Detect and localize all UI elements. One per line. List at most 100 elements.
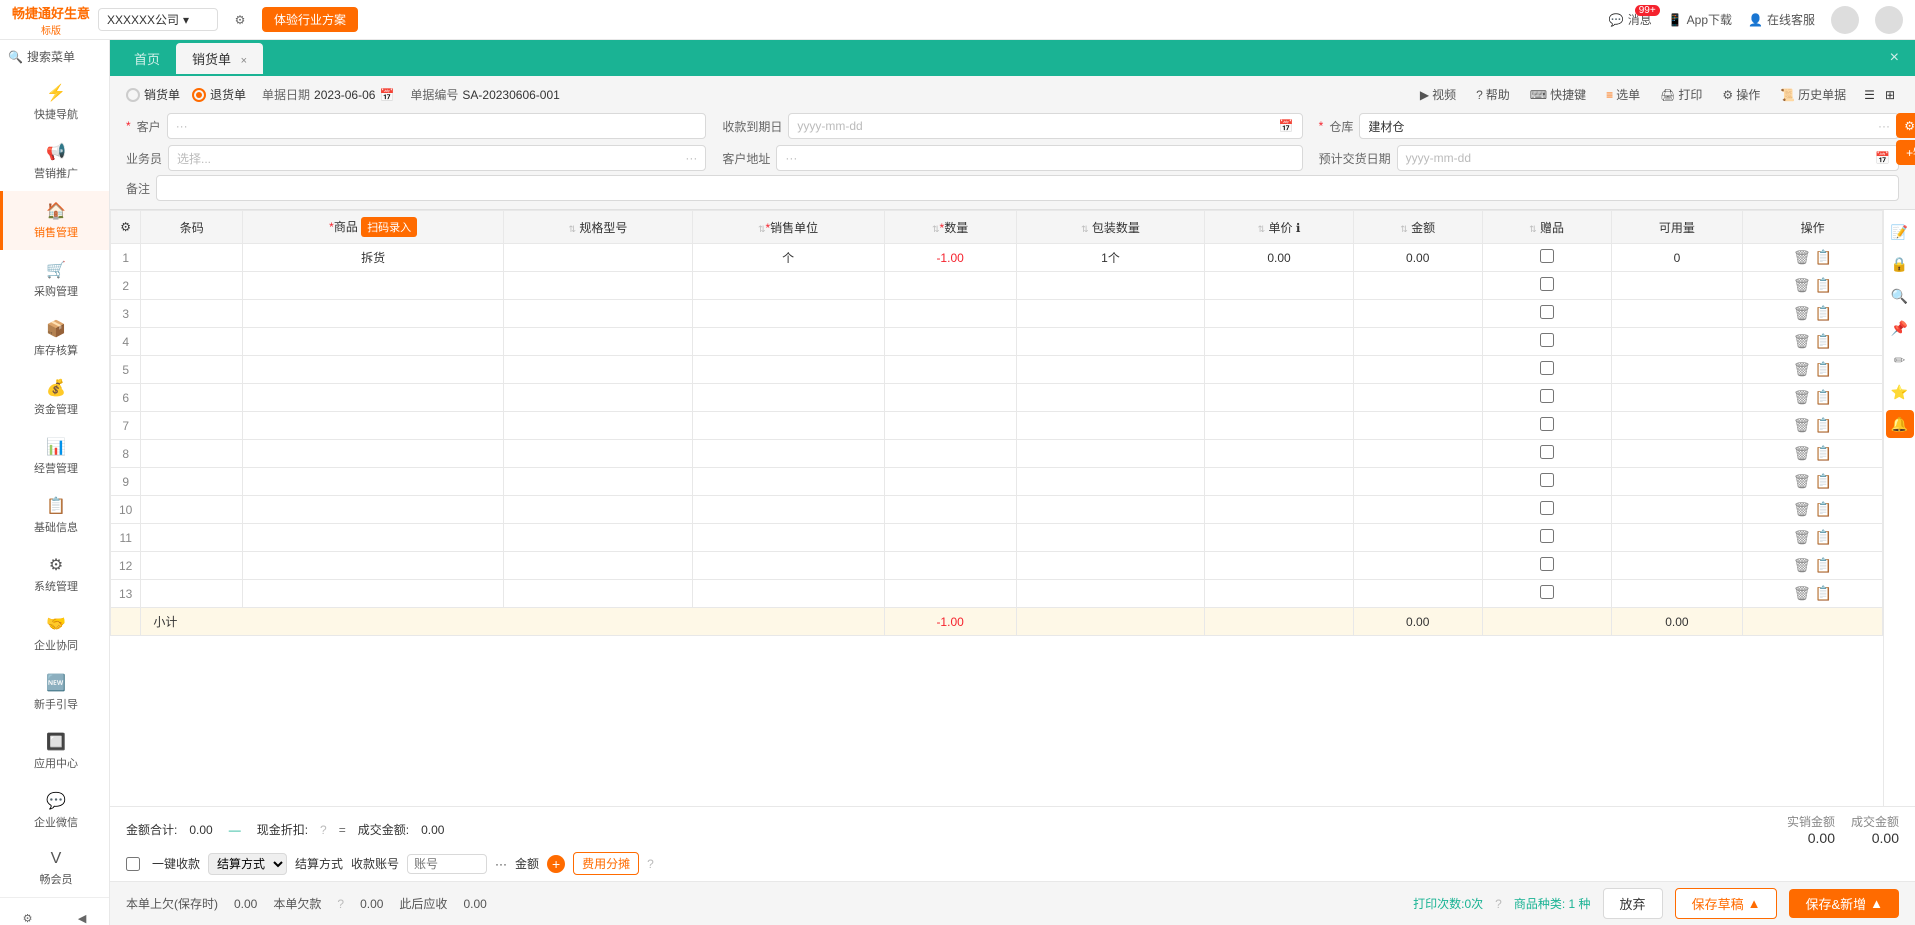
gift-1[interactable] (1482, 244, 1611, 272)
save-new-button[interactable]: 保存&新增 ▲ (1789, 889, 1899, 918)
expense-button[interactable]: 费用分摊 (573, 852, 639, 875)
delete-icon-8[interactable]: 🗑 (1793, 445, 1811, 462)
toolbar-shortcut[interactable]: ⌨ 快捷键 (1524, 84, 1592, 105)
unit-1[interactable]: 个 (692, 244, 884, 272)
expense-help-icon[interactable]: ? (647, 857, 654, 871)
avatar[interactable] (1831, 6, 1859, 34)
copy-icon-8[interactable]: 📋 (1815, 445, 1832, 462)
avatar2[interactable] (1875, 6, 1903, 34)
sidebar-item-sales[interactable]: 🏠 销售管理 (0, 191, 109, 250)
sidebar-item-wechat[interactable]: 💬 企业微信 (0, 781, 109, 840)
rp-star-icon[interactable]: ⭐ (1886, 378, 1914, 406)
sidebar-item-basic-info[interactable]: 📋 基础信息 (0, 486, 109, 545)
radio-sales[interactable]: 销货单 (126, 86, 180, 103)
qty-1[interactable]: -1.00 (884, 244, 1016, 272)
sidebar-settings[interactable]: ⚙ (19, 906, 37, 925)
payment-due-input[interactable]: yyyy-mm-dd 📅 (788, 113, 1302, 139)
gift-checkbox-10[interactable] (1540, 501, 1554, 515)
product-1[interactable]: 拆货 (243, 244, 504, 272)
delete-icon-6[interactable]: 🗑 (1793, 389, 1811, 406)
sidebar-item-system[interactable]: ⚙ 系统管理 (0, 545, 109, 604)
copy-icon-12[interactable]: 📋 (1815, 557, 1832, 574)
barcode-1[interactable] (141, 244, 243, 272)
delete-icon-3[interactable]: 🗑 (1793, 305, 1811, 322)
sidebar-collapse[interactable]: ◀ (74, 906, 90, 925)
calendar2-icon[interactable]: 📅 (1875, 151, 1890, 165)
toolbar-video[interactable]: ▶ 视频 (1414, 84, 1462, 105)
copy-icon-7[interactable]: 📋 (1815, 417, 1832, 434)
calendar-icon[interactable]: 📅 (1279, 119, 1294, 133)
unit-price-1[interactable]: 0.00 (1205, 244, 1354, 272)
sidebar-item-purchase[interactable]: 🛒 采购管理 (0, 250, 109, 309)
logistics-btn[interactable]: +物流 (1896, 140, 1915, 165)
delete-icon-1[interactable]: 🗑 (1793, 249, 1811, 266)
sidebar-item-quick-nav[interactable]: ⚡ 快捷导航 (0, 73, 109, 132)
delete-icon-5[interactable]: 🗑 (1793, 361, 1811, 378)
rp-lock-icon[interactable]: 🔒 (1886, 250, 1914, 278)
delete-icon-13[interactable]: 🗑 (1793, 585, 1811, 602)
copy-icon-5[interactable]: 📋 (1815, 361, 1832, 378)
toolbar-select[interactable]: ≡ 选单 (1600, 84, 1646, 105)
delete-icon-12[interactable]: 🗑 (1793, 557, 1811, 574)
gift-checkbox-8[interactable] (1540, 445, 1554, 459)
amount-1[interactable]: 0.00 (1353, 244, 1482, 272)
app-download-button[interactable]: 📱 App下载 (1668, 11, 1732, 28)
gift-checkbox-2[interactable] (1540, 277, 1554, 291)
sidebar-item-members[interactable]: V 畅会员 (0, 840, 109, 897)
sidebar-search[interactable]: 🔍 搜索菜单 (0, 40, 109, 73)
sidebar-item-inventory[interactable]: 📦 库存核算 (0, 309, 109, 368)
address-input[interactable]: ··· (776, 145, 1302, 171)
delivery-input[interactable]: yyyy-mm-dd 📅 (1397, 145, 1899, 171)
toolbar-help[interactable]: ? 帮助 (1470, 84, 1516, 105)
delete-icon-7[interactable]: 🗑 (1793, 417, 1811, 434)
sidebar-item-guide[interactable]: 🆕 新手引导 (0, 663, 109, 722)
tab-close-icon[interactable]: × (241, 55, 247, 67)
delete-icon-2[interactable]: 🗑 (1793, 277, 1811, 294)
copy-icon-6[interactable]: 📋 (1815, 389, 1832, 406)
th-settings[interactable]: ⚙ (111, 211, 141, 244)
setup-btn[interactable]: ⚙设置 (1896, 113, 1915, 138)
toolbar-print[interactable]: 🖨 打印 (1654, 84, 1708, 105)
rp-note-icon[interactable]: 📝 (1886, 218, 1914, 246)
account-input[interactable] (407, 854, 487, 874)
rp-pin-icon[interactable]: 📌 (1886, 314, 1914, 342)
online-service-button[interactable]: 👤 在线客服 (1748, 11, 1815, 28)
list-view-icon[interactable]: ☰ (1860, 86, 1879, 104)
delete-icon-9[interactable]: 🗑 (1793, 473, 1811, 490)
copy-icon-11[interactable]: 📋 (1815, 529, 1832, 546)
settings-icon-btn[interactable]: ⚙ (226, 6, 254, 34)
add-payment-button[interactable]: + (547, 855, 565, 873)
trial-button[interactable]: 体验行业方案 (262, 7, 358, 32)
toolbar-history[interactable]: 📜 历史单据 (1774, 84, 1852, 105)
toolbar-operations[interactable]: ⚙ 操作 (1716, 84, 1766, 105)
copy-icon-10[interactable]: 📋 (1815, 501, 1832, 518)
gift-checkbox-9[interactable] (1540, 473, 1554, 487)
copy-icon-2[interactable]: 📋 (1815, 277, 1832, 294)
calendar-icon[interactable]: 📅 (379, 88, 394, 102)
tab-sales-order[interactable]: 销货单 × (176, 43, 263, 74)
spec-1[interactable] (504, 244, 693, 272)
note-input[interactable] (156, 175, 1899, 201)
gift-checkbox-5[interactable] (1540, 361, 1554, 375)
payment-method-select[interactable]: 结算方式 (208, 853, 287, 875)
gift-checkbox-6[interactable] (1540, 389, 1554, 403)
close-all-tabs[interactable]: × (1882, 49, 1907, 67)
rp-edit-icon[interactable]: ✏ (1886, 346, 1914, 374)
scan-button[interactable]: 扫码录入 (361, 217, 417, 237)
rp-search-icon[interactable]: 🔍 (1886, 282, 1914, 310)
gift-checkbox-7[interactable] (1540, 417, 1554, 431)
warehouse-input[interactable]: 建材仓 ··· (1359, 113, 1899, 139)
salesman-input[interactable]: 选择... ··· (168, 145, 706, 171)
sidebar-item-marketing[interactable]: 📢 营销推广 (0, 132, 109, 191)
sidebar-item-enterprise[interactable]: 🤝 企业协同 (0, 604, 109, 663)
date-value[interactable]: 2023-06-06 (314, 88, 375, 102)
discount-help-icon[interactable]: ? (320, 823, 327, 837)
copy-icon-3[interactable]: 📋 (1815, 305, 1832, 322)
gift-checkbox-4[interactable] (1540, 333, 1554, 347)
doc-number-value[interactable]: SA-20230606-001 (462, 88, 559, 102)
copy-icon-13[interactable]: 📋 (1815, 585, 1832, 602)
gift-checkbox-13[interactable] (1540, 585, 1554, 599)
sidebar-item-apps[interactable]: 🔲 应用中心 (0, 722, 109, 781)
message-button[interactable]: 💬 消息 99+ (1609, 11, 1652, 28)
delete-icon-11[interactable]: 🗑 (1793, 529, 1811, 546)
